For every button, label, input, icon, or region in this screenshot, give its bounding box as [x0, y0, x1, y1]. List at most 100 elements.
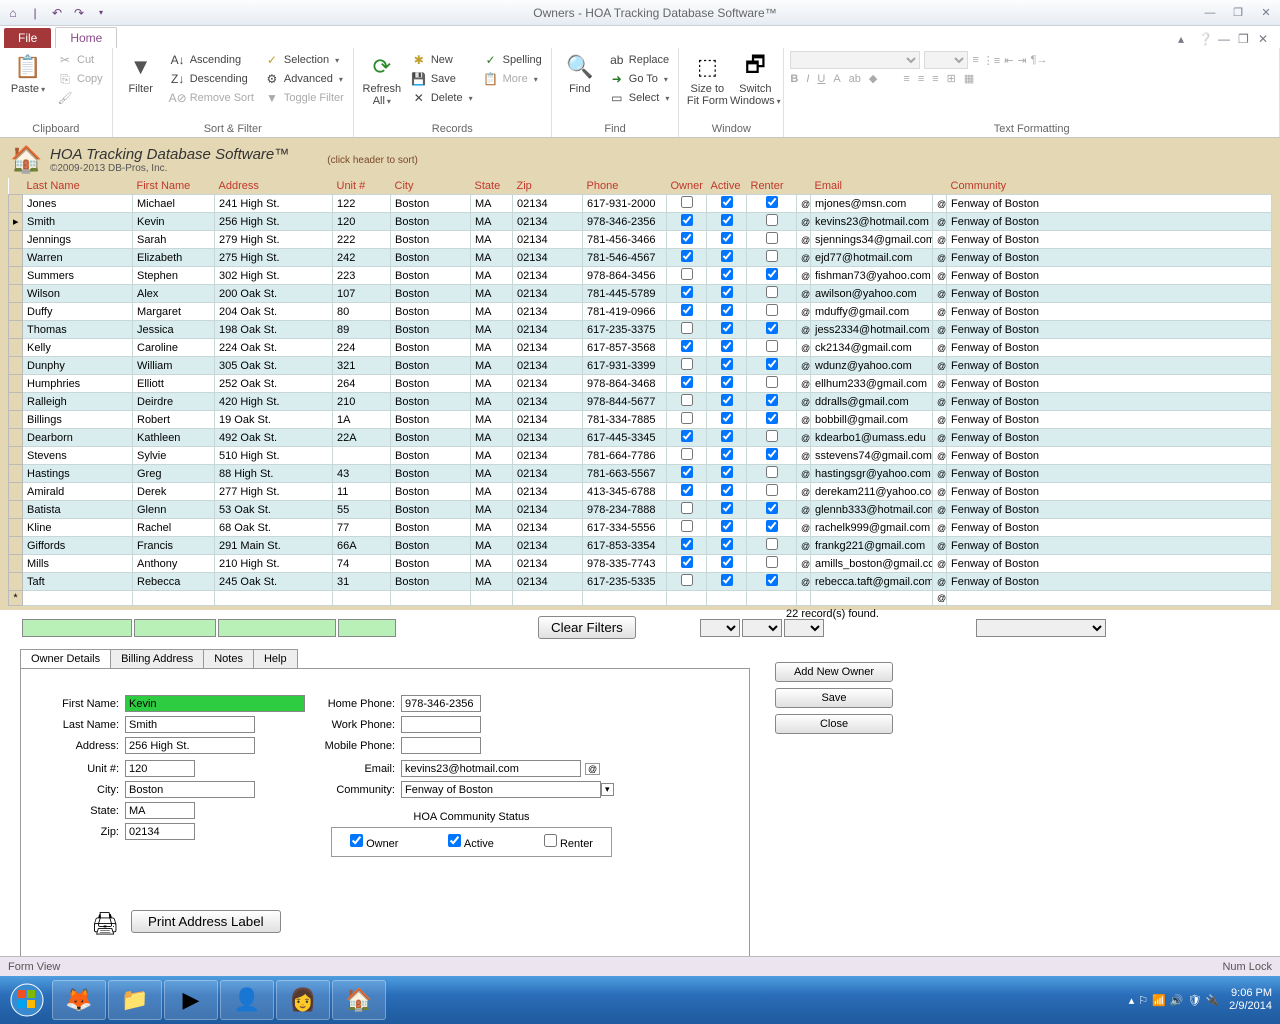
toggle-filter-button[interactable]: ▼Toggle Filter [261, 89, 347, 107]
renter-chk[interactable] [766, 358, 778, 370]
owner-chk[interactable] [681, 556, 693, 568]
renter-chk[interactable] [766, 304, 778, 316]
col-header[interactable]: Owner [667, 178, 707, 195]
table-row[interactable]: GiffordsFrancis291 Main St.66ABostonMA02… [9, 537, 1272, 555]
owner-chk[interactable] [681, 268, 693, 280]
replace-button[interactable]: abReplace [606, 51, 673, 69]
owner-chk[interactable] [681, 196, 693, 208]
active-chk[interactable] [721, 214, 733, 226]
active-chk[interactable] [721, 322, 733, 334]
print-address-button[interactable]: Print Address Label [131, 910, 281, 933]
refresh-all-button[interactable]: ⟳Refresh All [360, 51, 404, 107]
owner-chk[interactable] [681, 250, 693, 262]
new-row[interactable]: *@ [9, 591, 1272, 606]
renter-chk[interactable] [766, 214, 778, 226]
save-owner-button[interactable]: Save [775, 688, 893, 708]
col-header[interactable]: Community [947, 178, 1272, 195]
switch-windows-button[interactable]: 🗗Switch Windows [733, 51, 777, 107]
taskbar-explorer[interactable]: 📁 [108, 980, 162, 1020]
format-painter-button[interactable]: 🖌 [54, 89, 106, 107]
table-row[interactable]: StevensSylvie510 High St.BostonMA0213478… [9, 447, 1272, 465]
email-smart-icon[interactable]: @ [585, 763, 600, 775]
input-firstname[interactable] [125, 695, 305, 712]
more-button[interactable]: 📋More [480, 70, 545, 88]
table-row[interactable]: TaftRebecca245 Oak St.31BostonMA02134617… [9, 573, 1272, 591]
tab-billing-address[interactable]: Billing Address [110, 649, 204, 669]
active-chk[interactable] [721, 232, 733, 244]
selection-button[interactable]: ✓Selection [261, 51, 347, 69]
qat-dropdown-icon[interactable]: ▾ [92, 4, 110, 22]
undo-icon[interactable]: ↶ [48, 4, 66, 22]
col-header[interactable]: City [391, 178, 471, 195]
filter-lastname[interactable] [22, 619, 132, 637]
table-row[interactable]: JenningsSarah279 High St.222BostonMA0213… [9, 231, 1272, 249]
filter-renter-select[interactable] [784, 619, 824, 637]
table-row[interactable]: JonesMichael241 High St.122BostonMA02134… [9, 195, 1272, 213]
renter-chk[interactable] [766, 574, 778, 586]
owner-chk[interactable] [681, 232, 693, 244]
table-row[interactable]: ▸SmithKevin256 High St.120BostonMA021349… [9, 213, 1272, 231]
dropdown-icon[interactable]: ▾ [601, 783, 614, 796]
filter-unit[interactable] [338, 619, 396, 637]
filter-address[interactable] [218, 619, 336, 637]
input-zip[interactable] [125, 823, 195, 840]
table-row[interactable]: BatistaGlenn53 Oak St.55BostonMA02134978… [9, 501, 1272, 519]
descending-button[interactable]: Z↓Descending [167, 70, 257, 88]
tab-home[interactable]: Home [55, 27, 117, 48]
owner-chk[interactable] [681, 394, 693, 406]
owner-chk[interactable] [681, 502, 693, 514]
active-chk[interactable] [721, 394, 733, 406]
active-chk[interactable] [721, 196, 733, 208]
filter-firstname[interactable] [134, 619, 216, 637]
active-chk[interactable] [721, 286, 733, 298]
close-icon[interactable]: ✕ [1256, 5, 1276, 21]
tray-flag-icon[interactable]: ⚐ [1138, 994, 1148, 1007]
remove-sort-button[interactable]: A⊘Remove Sort [167, 89, 257, 107]
input-state[interactable] [125, 802, 195, 819]
taskbar-app1[interactable]: 👤 [220, 980, 274, 1020]
input-community[interactable] [401, 781, 601, 798]
renter-chk[interactable] [766, 394, 778, 406]
filter-button[interactable]: ▼Filter [119, 51, 163, 95]
table-row[interactable]: HumphriesElliott252 Oak St.264BostonMA02… [9, 375, 1272, 393]
table-row[interactable]: MillsAnthony210 High St.74BostonMA021349… [9, 555, 1272, 573]
owner-chk[interactable] [681, 484, 693, 496]
taskbar-app2[interactable]: 👩 [276, 980, 330, 1020]
active-chk[interactable] [721, 448, 733, 460]
ascending-button[interactable]: A↓Ascending [167, 51, 257, 69]
table-row[interactable]: DunphyWilliam305 Oak St.321BostonMA02134… [9, 357, 1272, 375]
owner-chk[interactable] [681, 538, 693, 550]
tab-file[interactable]: File [4, 28, 51, 48]
owner-checkbox[interactable] [350, 834, 363, 847]
owner-chk[interactable] [681, 412, 693, 424]
renter-chk[interactable] [766, 448, 778, 460]
tab-owner-details[interactable]: Owner Details [20, 649, 111, 669]
input-unit[interactable] [125, 760, 195, 777]
renter-chk[interactable] [766, 412, 778, 424]
tray-network-icon[interactable]: 📶 [1152, 994, 1166, 1007]
spelling-button[interactable]: ✓Spelling [480, 51, 545, 69]
active-chk[interactable] [721, 412, 733, 424]
restore-icon[interactable]: ❐ [1228, 5, 1248, 21]
tray-volume-icon[interactable]: 🔊 [1170, 994, 1184, 1007]
owner-chk[interactable] [681, 214, 693, 226]
table-row[interactable]: BillingsRobert19 Oak St.1ABostonMA021347… [9, 411, 1272, 429]
tab-notes[interactable]: Notes [203, 649, 254, 669]
col-header[interactable]: Active [707, 178, 747, 195]
help-icon[interactable]: ❔ [1198, 32, 1214, 48]
active-chk[interactable] [721, 358, 733, 370]
input-email[interactable] [401, 760, 581, 777]
tab-help[interactable]: Help [253, 649, 298, 669]
renter-chk[interactable] [766, 286, 778, 298]
table-row[interactable]: WarrenElizabeth275 High St.242BostonMA02… [9, 249, 1272, 267]
owner-chk[interactable] [681, 448, 693, 460]
table-row[interactable]: KlineRachel68 Oak St.77BostonMA02134617-… [9, 519, 1272, 537]
table-row[interactable]: DearbornKathleen492 Oak St.22ABostonMA02… [9, 429, 1272, 447]
input-city[interactable] [125, 781, 255, 798]
filter-community-select[interactable] [976, 619, 1106, 637]
copy-button[interactable]: ⎘Copy [54, 70, 106, 88]
active-chk[interactable] [721, 520, 733, 532]
input-lastname[interactable] [125, 716, 255, 733]
size-to-fit-button[interactable]: ⬚Size to Fit Form [685, 51, 729, 107]
table-row[interactable]: WilsonAlex200 Oak St.107BostonMA02134781… [9, 285, 1272, 303]
